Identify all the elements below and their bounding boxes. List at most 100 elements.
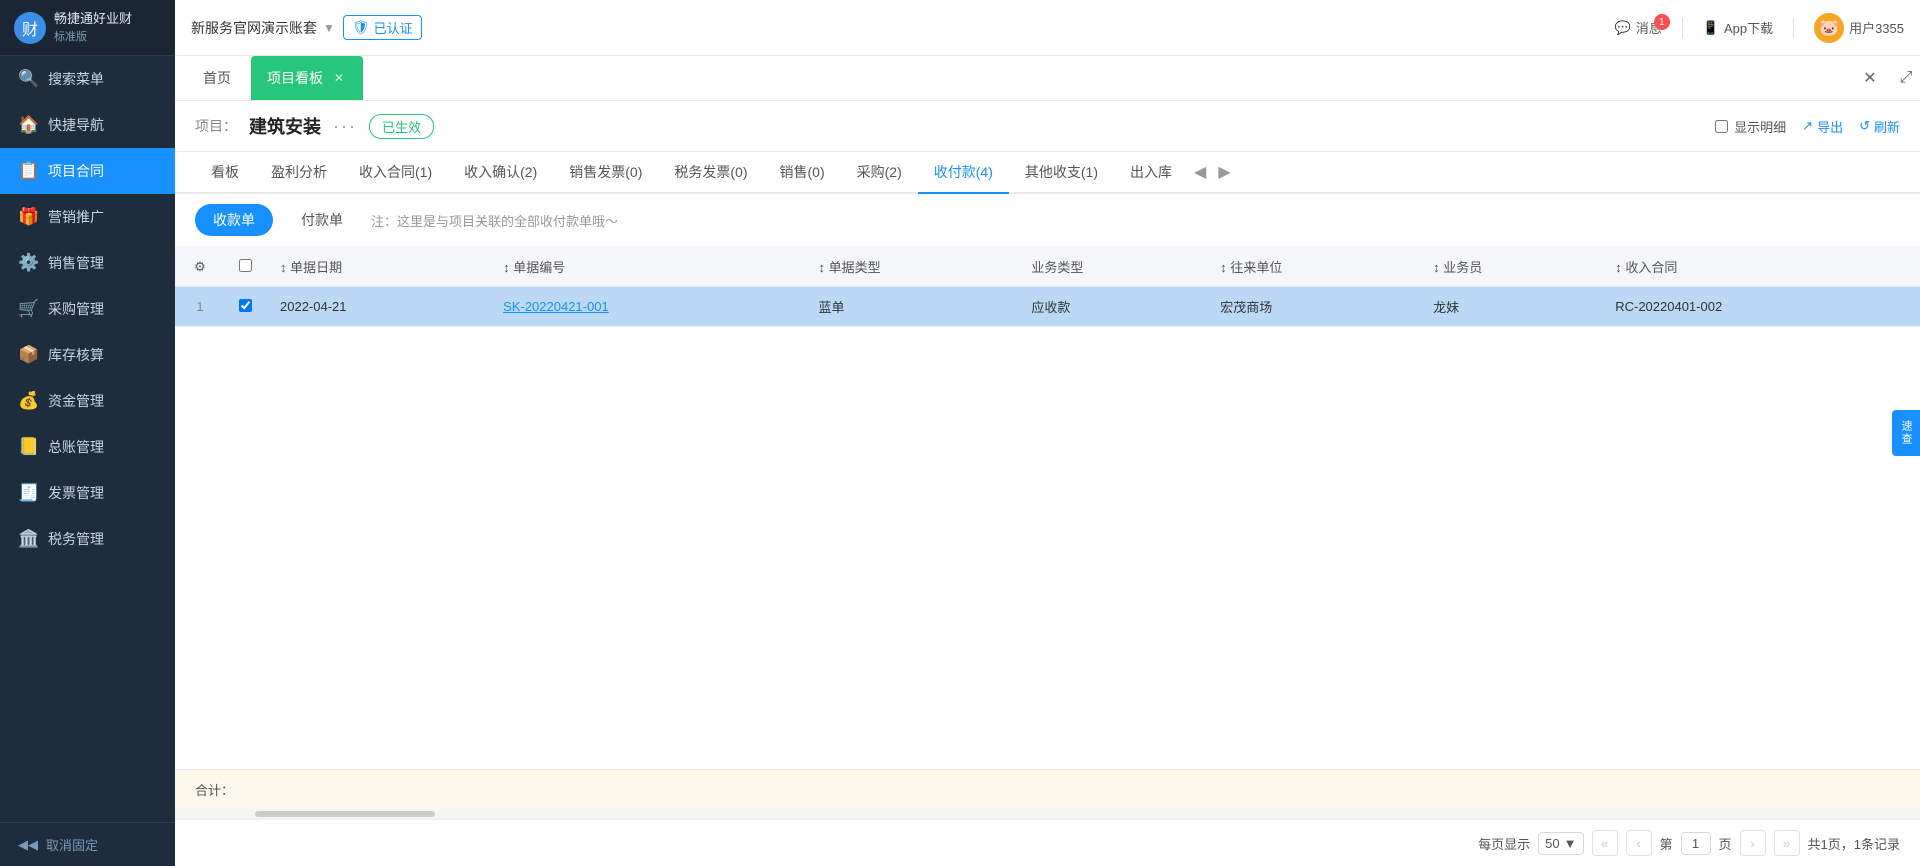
export-icon: ↗ (1802, 118, 1813, 134)
td-checkbox[interactable] (225, 287, 266, 327)
sub-tab-sales[interactable]: 销售(0) (764, 152, 841, 194)
logo-text: 畅捷通好业财 标准版 (54, 11, 132, 45)
page-size-select[interactable]: 50 ▼ (1538, 832, 1583, 855)
table-row[interactable]: 1 2022-04-21 SK-20220421-001 蓝单 应收款 宏茂商场… (175, 287, 1920, 327)
td-income-contract: RC-20220401-002 (1601, 287, 1920, 327)
sub-tab-receipt[interactable]: 收付款(4) (918, 152, 1009, 194)
sidebar-item-invoice[interactable]: 🧾发票管理 (0, 470, 175, 516)
pagination: 每页显示 50 ▼ « ‹ 第 1 页 › » 共1页，1条记录 (175, 819, 1920, 866)
sub-tab-kanban[interactable]: 看板 (195, 152, 255, 194)
show-detail-input[interactable] (1715, 120, 1728, 133)
th-checkbox[interactable] (225, 247, 266, 287)
app-download-button[interactable]: 📱 App下载 (1703, 18, 1773, 37)
sidebar-item-label-project: 项目合同 (48, 161, 104, 181)
project-status-badge: 已生效 (369, 114, 434, 139)
export-button[interactable]: ↗ 导出 (1802, 117, 1843, 136)
sidebar-footer-label: 取消固定 (46, 835, 98, 854)
message-button[interactable]: 💬 消息 1 (1615, 18, 1662, 37)
section-note: 注：这里是与项目关联的全部收付款单哦～ (371, 211, 618, 230)
window-controls: ✕ ⤢ (1856, 64, 1920, 92)
sub-tab-profit[interactable]: 盈利分析 (255, 152, 343, 194)
row-checkbox[interactable] (239, 299, 252, 312)
td-biztype: 应收款 (1017, 287, 1206, 327)
total-label: 合计： (195, 783, 234, 798)
sales-icon: ⚙️ (18, 253, 38, 273)
divider2 (1793, 18, 1794, 38)
tab-home[interactable]: 首页 (187, 56, 247, 100)
page-size-value: 50 (1545, 836, 1559, 851)
close-button[interactable]: ✕ (1856, 64, 1884, 92)
content: 项目： 建筑安装 ··· 已生效 显示明细 ↗ 导出 ↺ 刷新 (175, 101, 1920, 866)
sub-tab-other-expense[interactable]: 其他收支(1) (1009, 152, 1114, 194)
prev-page-button[interactable]: ‹ (1626, 830, 1652, 856)
receipt-btn[interactable]: 收款单 (195, 204, 273, 236)
sub-tab-tax-invoice[interactable]: 税务发票(0) (658, 152, 763, 194)
page-label: 第 (1660, 834, 1673, 853)
tabbar: 首页 项目看板 ✕ ✕ ⤢ (175, 56, 1920, 101)
ledger-icon: 📒 (18, 437, 38, 457)
first-page-button[interactable]: « (1592, 830, 1618, 856)
th-income-contract-label: ↕ 收入合同 (1615, 260, 1677, 275)
maximize-button[interactable]: ⤢ (1892, 64, 1920, 92)
tab-close-icon[interactable]: ✕ (331, 70, 347, 86)
current-page[interactable]: 1 (1681, 832, 1711, 855)
scroll-thumb[interactable] (255, 811, 435, 817)
sidebar-item-label-inventory: 库存核算 (48, 345, 104, 365)
show-detail-checkbox[interactable]: 显示明细 (1715, 117, 1786, 136)
sub-tab-sales-invoice[interactable]: 销售发票(0) (553, 152, 658, 194)
sidebar-item-label-purchase: 采购管理 (48, 299, 104, 319)
page-size-chevron: ▼ (1564, 836, 1577, 851)
sub-tab-income-confirm[interactable]: 收入确认(2) (448, 152, 553, 194)
sidebar-item-ledger[interactable]: 📒 总账管理 (0, 424, 175, 470)
purchase-icon: 🛒 (18, 299, 38, 319)
sidebar-item-quicknav[interactable]: 🏠快捷导航 (0, 102, 175, 148)
sidebar-item-sales[interactable]: ⚙️销售管理 (0, 240, 175, 286)
export-label: 导出 (1817, 117, 1843, 136)
th-partner[interactable]: ↕ 往来单位 (1206, 247, 1419, 287)
th-number[interactable]: ↕ 单据编号 (489, 247, 804, 287)
sidebar-item-capital[interactable]: 💰资金管理 (0, 378, 175, 424)
table-container[interactable]: ⚙ ↕ 单据日期 ↕ 单据编号 ↕ 单据类型 业务类型 (175, 247, 1920, 769)
marketing-icon: 🎁 (18, 207, 38, 227)
next-page-button[interactable]: › (1740, 830, 1766, 856)
document-link[interactable]: SK-20220421-001 (503, 299, 609, 314)
sidebar-item-label-marketing: 营销推广 (48, 207, 104, 227)
th-type[interactable]: ↕ 单据类型 (804, 247, 1017, 287)
sidebar-item-purchase[interactable]: 🛒 采购管理 (0, 286, 175, 332)
sub-tab-income-contract[interactable]: 收入合同(1) (343, 152, 448, 194)
tab-project-board-label: 项目看板 (267, 68, 323, 88)
sidebar-item-label-ledger: 总账管理 (48, 437, 104, 457)
payment-btn[interactable]: 付款单 (283, 204, 361, 236)
sidebar-item-project[interactable]: 📋项目合同 (0, 148, 175, 194)
app-download-label: App下载 (1724, 18, 1773, 37)
tab-project-board[interactable]: 项目看板 ✕ (251, 56, 363, 100)
sidebar-footer[interactable]: ◀◀ 取消固定 (0, 822, 175, 866)
sidebar-item-inventory[interactable]: 📦库存核算 (0, 332, 175, 378)
th-income-contract[interactable]: ↕ 收入合同 (1601, 247, 1920, 287)
float-speed-query-button[interactable]: 速查 (1892, 410, 1920, 456)
message-badge: 1 (1654, 14, 1670, 30)
last-page-button[interactable]: » (1774, 830, 1800, 856)
user-profile[interactable]: 🐷 用户3355 (1814, 13, 1904, 43)
refresh-button[interactable]: ↺ 刷新 (1859, 117, 1900, 136)
th-gear[interactable]: ⚙ (175, 247, 225, 287)
th-number-label: ↕ 单据编号 (503, 260, 565, 275)
quicknav-icon: 🏠 (18, 115, 38, 135)
project-more-button[interactable]: ··· (333, 116, 357, 137)
th-salesman[interactable]: ↕ 业务员 (1419, 247, 1601, 287)
account-selector[interactable]: 新服务官网演示账套 ▼ (191, 18, 335, 38)
sidebar-item-search[interactable]: 🔍搜索菜单 (0, 56, 175, 102)
td-number[interactable]: SK-20220421-001 (489, 287, 804, 327)
sub-nav-left-arrow[interactable]: ◀ (1188, 158, 1212, 186)
main-area: 新服务官网演示账套 ▼ 🛡 已认证 💬 消息 1 📱 App下载 🐷 用 (175, 0, 1920, 866)
sidebar-item-marketing[interactable]: 🎁 营销推广 (0, 194, 175, 240)
sidebar: 财 畅捷通好业财 标准版 🔍搜索菜单🏠快捷导航📋项目合同🎁营销推广⚙️销售管理🛒… (0, 0, 175, 866)
sidebar-item-tax[interactable]: 🏛️税务管理 (0, 516, 175, 562)
th-date[interactable]: ↕ 单据日期 (266, 247, 489, 287)
user-avatar: 🐷 (1814, 13, 1844, 43)
sub-tab-warehouse[interactable]: 出入库 (1114, 152, 1188, 194)
sub-tab-purchase[interactable]: 采购(2) (841, 152, 918, 194)
select-all-checkbox[interactable] (239, 259, 252, 272)
sub-nav-right-arrow[interactable]: ▶ (1212, 158, 1236, 186)
scroll-bar-row[interactable] (175, 809, 1920, 819)
